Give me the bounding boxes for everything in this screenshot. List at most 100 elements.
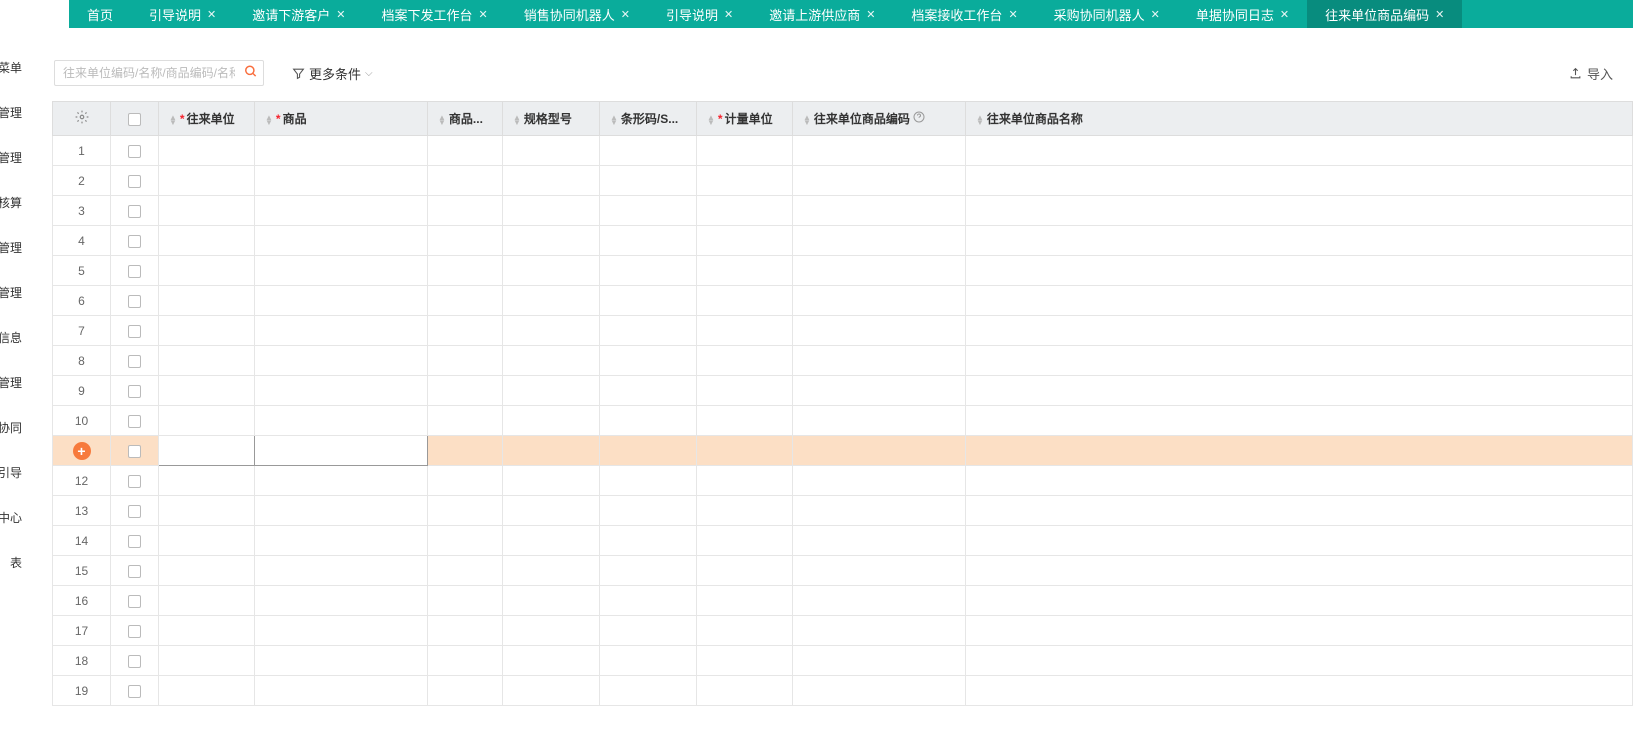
cell[interactable] — [255, 676, 428, 706]
sidebar-item[interactable]: 中心 — [0, 495, 24, 540]
cell[interactable] — [503, 586, 600, 616]
cell[interactable] — [966, 346, 1633, 376]
cell[interactable] — [600, 526, 697, 556]
cell[interactable] — [793, 436, 966, 466]
cell[interactable] — [600, 226, 697, 256]
cell[interactable] — [503, 526, 600, 556]
table-row[interactable]: 12 — [53, 466, 1633, 496]
cell[interactable] — [793, 346, 966, 376]
cell[interactable] — [697, 286, 793, 316]
cell[interactable] — [793, 136, 966, 166]
cell[interactable] — [255, 376, 428, 406]
cell[interactable] — [697, 526, 793, 556]
cell[interactable] — [159, 376, 255, 406]
export-button[interactable]: 导入 — [1569, 64, 1613, 83]
row-checkbox[interactable] — [128, 535, 141, 548]
cell[interactable] — [966, 256, 1633, 286]
row-checkbox[interactable] — [128, 205, 141, 218]
cell[interactable] — [159, 346, 255, 376]
cell[interactable] — [600, 286, 697, 316]
cell[interactable] — [793, 496, 966, 526]
close-icon[interactable]: ✕ — [724, 8, 733, 21]
cell[interactable] — [793, 406, 966, 436]
sidebar-item[interactable]: 管理 — [0, 360, 24, 405]
cell[interactable] — [600, 136, 697, 166]
sidebar-item[interactable]: 核算 — [0, 180, 24, 225]
table-row[interactable]: 17 — [53, 616, 1633, 646]
cell[interactable] — [697, 556, 793, 586]
cell[interactable] — [428, 406, 503, 436]
cell[interactable] — [255, 556, 428, 586]
col-partner-code[interactable]: ▲▼往来单位商品编码 — [793, 102, 966, 136]
cell[interactable] — [159, 406, 255, 436]
cell[interactable] — [428, 166, 503, 196]
cell[interactable] — [697, 676, 793, 706]
close-icon[interactable]: ✕ — [1280, 8, 1289, 21]
table-row[interactable]: 6 — [53, 286, 1633, 316]
cell[interactable] — [600, 586, 697, 616]
cell[interactable] — [159, 466, 255, 496]
close-icon[interactable]: ✕ — [866, 8, 875, 21]
cell[interactable] — [255, 256, 428, 286]
row-checkbox[interactable] — [128, 595, 141, 608]
sidebar-item[interactable]: 信息 — [0, 315, 24, 360]
sidebar-item[interactable]: 协同 — [0, 405, 24, 450]
col-partner[interactable]: ▲▼*往来单位 — [159, 102, 255, 136]
cell[interactable] — [600, 646, 697, 676]
cell[interactable] — [503, 556, 600, 586]
cell[interactable] — [428, 226, 503, 256]
cell[interactable] — [966, 136, 1633, 166]
cell[interactable] — [966, 646, 1633, 676]
row-checkbox[interactable] — [128, 505, 141, 518]
table-row[interactable]: 4 — [53, 226, 1633, 256]
help-icon[interactable] — [913, 112, 925, 126]
table-row[interactable]: 2 — [53, 166, 1633, 196]
cell[interactable] — [503, 286, 600, 316]
row-checkbox[interactable] — [128, 445, 141, 458]
table-row[interactable]: 1 — [53, 136, 1633, 166]
tab[interactable]: 销售协同机器人✕ — [506, 0, 648, 28]
table-row[interactable]: 8 — [53, 346, 1633, 376]
cell[interactable] — [600, 496, 697, 526]
cell[interactable] — [503, 316, 600, 346]
table-row[interactable]: 16 — [53, 586, 1633, 616]
add-row-button[interactable]: + — [73, 442, 91, 460]
cell[interactable] — [255, 616, 428, 646]
cell[interactable] — [793, 586, 966, 616]
cell[interactable] — [600, 376, 697, 406]
sidebar-item[interactable]: 管理 — [0, 270, 24, 315]
cell[interactable] — [966, 526, 1633, 556]
close-icon[interactable]: ✕ — [1151, 8, 1160, 21]
cell[interactable] — [255, 346, 428, 376]
cell[interactable] — [966, 586, 1633, 616]
col-settings[interactable] — [53, 102, 111, 136]
cell[interactable] — [793, 556, 966, 586]
cell[interactable] — [966, 286, 1633, 316]
cell[interactable] — [600, 256, 697, 286]
cell[interactable] — [697, 226, 793, 256]
cell[interactable] — [428, 346, 503, 376]
cell[interactable] — [255, 406, 428, 436]
cell[interactable] — [159, 166, 255, 196]
cell[interactable] — [697, 616, 793, 646]
cell[interactable] — [255, 286, 428, 316]
cell[interactable] — [255, 316, 428, 346]
cell[interactable] — [697, 316, 793, 346]
cell[interactable] — [697, 646, 793, 676]
table-row[interactable]: 10 — [53, 406, 1633, 436]
cell[interactable] — [600, 316, 697, 346]
tab[interactable]: 单据协同日志✕ — [1178, 0, 1307, 28]
cell[interactable] — [697, 406, 793, 436]
table-row[interactable]: 3 — [53, 196, 1633, 226]
cell[interactable] — [428, 616, 503, 646]
cell[interactable] — [503, 646, 600, 676]
cell[interactable] — [966, 406, 1633, 436]
row-checkbox[interactable] — [128, 655, 141, 668]
table-row[interactable]: 14 — [53, 526, 1633, 556]
cell[interactable] — [503, 256, 600, 286]
search-input[interactable] — [54, 60, 264, 86]
cell[interactable] — [966, 166, 1633, 196]
cell[interactable] — [600, 676, 697, 706]
table-row[interactable]: 19 — [53, 676, 1633, 706]
cell[interactable] — [966, 196, 1633, 226]
